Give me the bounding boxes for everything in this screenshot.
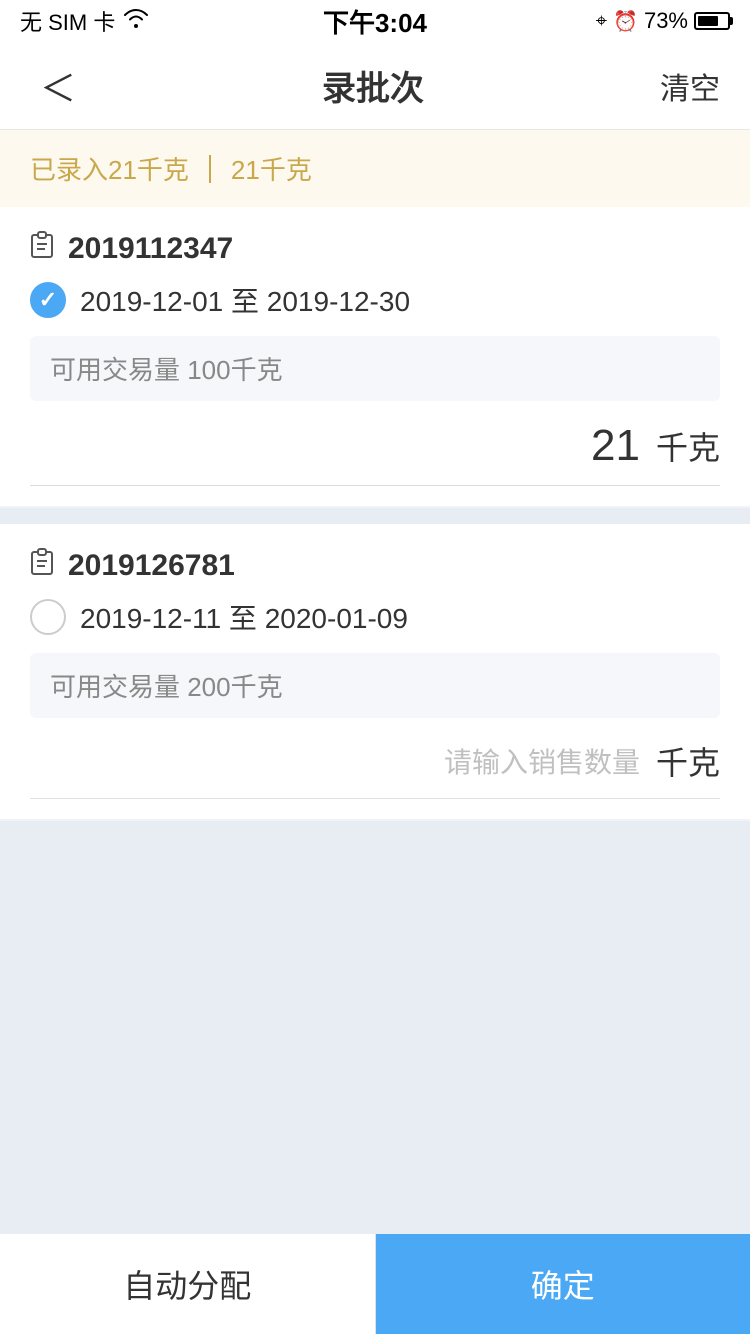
summary-bar: 已录入21千克 21千克 [0,130,750,207]
batch1-unit: 千克 [656,423,720,469]
status-right: ⌖ ⏰ 73% [596,8,730,34]
batch1-icon [30,231,58,266]
batch-card-2: 2019126781 2019-12-11 至 2020-01-09 可用交易量… [0,524,750,819]
wifi-icon [123,8,149,34]
summary-amount-label: 21千克 [231,150,312,187]
batch2-date-row: 2019-12-11 至 2020-01-09 [30,597,720,637]
batch1-date-row: 2019-12-01 至 2019-12-30 [30,280,720,320]
content-area: 已录入21千克 21千克 2019112347 2019-12-01 至 2 [0,130,750,1234]
batch1-date: 2019-12-01 至 2019-12-30 [80,280,410,320]
batch1-header: 2019112347 [30,231,720,266]
batch2-header: 2019126781 [30,548,720,583]
clear-button[interactable]: 清空 [660,64,720,108]
alarm-icon: ⏰ [613,9,638,34]
batch2-radio[interactable] [30,599,66,635]
empty-area [0,821,750,1234]
batch2-input-placeholder[interactable]: 请输入销售数量 [30,741,640,781]
status-bar: 无 SIM 卡 下午3:04 ⌖ ⏰ 73% [0,0,750,42]
battery-percent: 73% [644,8,688,34]
status-time: 下午3:04 [323,3,427,40]
bottom-bar: 自动分配 确定 [0,1234,750,1334]
status-left: 无 SIM 卡 [20,5,149,37]
carrier-label: 无 SIM 卡 [20,5,115,37]
back-button[interactable]: ＜ [30,50,86,122]
batch1-amount: 21 [591,421,640,471]
summary-recorded-label: 已录入21千克 [30,150,189,187]
batch1-availability: 可用交易量 100千克 [30,336,720,401]
separator-1 [0,508,750,524]
summary-divider [209,155,211,183]
batch1-id: 2019112347 [68,232,233,266]
battery-icon [694,12,730,30]
page-title: 录批次 [322,61,424,110]
confirm-button[interactable]: 确定 [376,1234,750,1334]
batch2-unit: 千克 [656,738,720,784]
batch2-id: 2019126781 [68,549,235,583]
location-icon: ⌖ [596,10,607,33]
nav-bar: ＜ 录批次 清空 [0,42,750,130]
batch2-icon [30,548,58,583]
batch2-availability: 可用交易量 200千克 [30,653,720,718]
batch2-date: 2019-12-11 至 2020-01-09 [80,597,408,637]
batch1-radio[interactable] [30,282,66,318]
auto-distribute-button[interactable]: 自动分配 [0,1234,376,1334]
batch-card-1: 2019112347 2019-12-01 至 2019-12-30 可用交易量… [0,207,750,506]
